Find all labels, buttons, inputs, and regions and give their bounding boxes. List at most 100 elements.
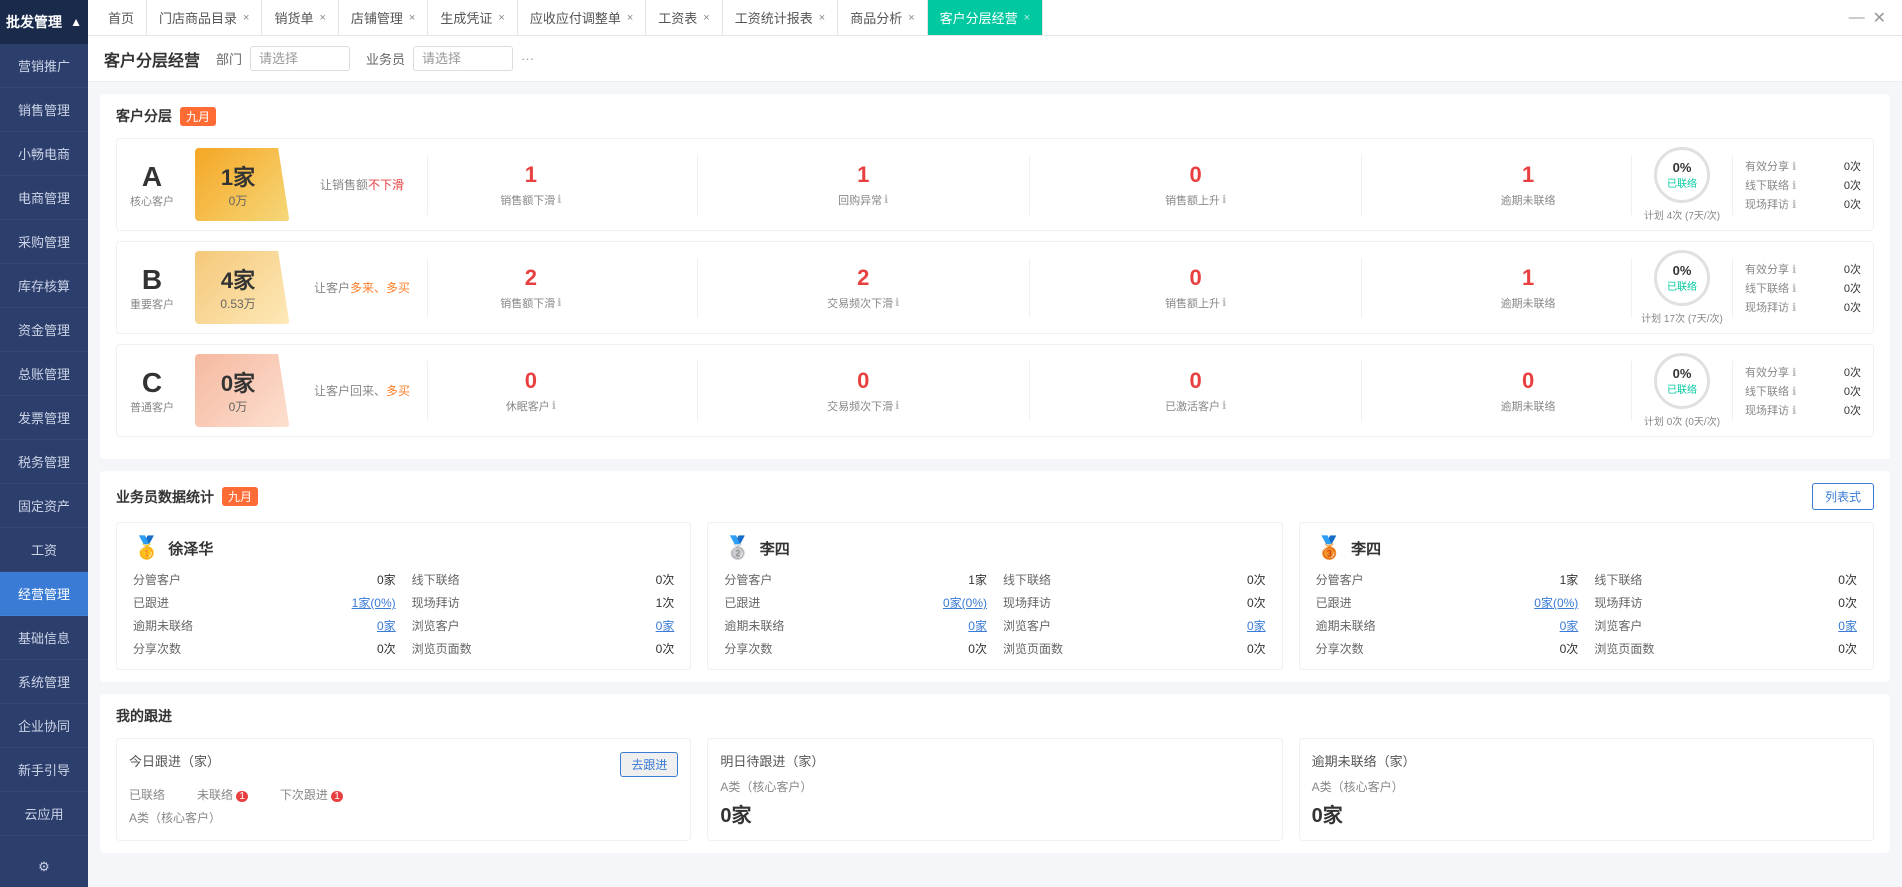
biz-stat-2-1: 线下联络 0次 [1594, 571, 1857, 588]
right-info-icon-B-2[interactable]: ℹ [1792, 302, 1796, 314]
biz-stat-label-2-6: 分享次数 [1316, 640, 1364, 657]
biz-stat-val-2-5[interactable]: 0家 [1838, 617, 1857, 634]
tier-stat-num-B-1: 2 [857, 265, 869, 291]
tier-stat-C-2: 0 已激活客户 ℹ [1156, 368, 1236, 414]
sidebar-item-经营管理[interactable]: 经营管理 [0, 572, 88, 616]
sidebar-item-固定资产[interactable]: 固定资产 [0, 484, 88, 528]
staff-filter: 业务员 请选择 ··· [366, 46, 534, 71]
sidebar-header[interactable]: 批发管理 ▲ [0, 0, 88, 44]
biz-stat-val-1-4[interactable]: 0家 [968, 617, 987, 634]
plan-link-${tier.letter}[interactable]: 0天/次 [1688, 417, 1716, 428]
info-icon-C-0[interactable]: ℹ [552, 399, 556, 412]
tab-bar: 首页门店商品目录×销货单×店铺管理×生成凭证×应收应付调整单×工资表×工资统计报… [88, 0, 1902, 36]
tab-应收应付调整单[interactable]: 应收应付调整单× [518, 0, 646, 36]
biz-stat-1-3: 现场拜访 0次 [1003, 594, 1266, 611]
tab-close-应收应付调整单[interactable]: × [627, 12, 633, 24]
biz-stat-val-0-2[interactable]: 1家(0%) [352, 594, 396, 611]
sidebar-item-资金管理[interactable]: 资金管理 [0, 308, 88, 352]
biz-medal-2: 🥉 [1316, 535, 1343, 561]
sidebar-item-销售管理[interactable]: 销售管理 [0, 88, 88, 132]
minimize-icon[interactable]: — [1849, 9, 1865, 27]
tier-right-stat-A-0: 有效分享 ℹ 0次 [1745, 158, 1861, 174]
biz-stat-val-1-2[interactable]: 0家(0%) [943, 594, 987, 611]
sidebar-item-工资[interactable]: 工资 [0, 528, 88, 572]
sidebar-item-电商管理[interactable]: 电商管理 [0, 176, 88, 220]
sidebar-title: 批发管理 [6, 12, 62, 32]
tab-close-销货单[interactable]: × [319, 12, 325, 24]
biz-stat-val-2-7: 0次 [1838, 640, 1857, 657]
more-filter-icon[interactable]: ··· [521, 51, 534, 66]
sidebar-item-基础信息[interactable]: 基础信息 [0, 616, 88, 660]
right-info-icon-C-0[interactable]: ℹ [1792, 367, 1796, 379]
tab-close-生成凭证[interactable]: × [498, 12, 504, 24]
sidebar-item-发票管理[interactable]: 发票管理 [0, 396, 88, 440]
biz-stat-label-2-7: 浏览页面数 [1594, 640, 1654, 657]
info-icon-C-2[interactable]: ℹ [1222, 399, 1226, 412]
followup-overdue: 逾期未联络（家） A类（核心客户） 0家 [1299, 738, 1874, 841]
tab-close-商品分析[interactable]: × [908, 12, 914, 24]
right-info-icon-A-1[interactable]: ℹ [1792, 180, 1796, 192]
biz-stat-val-0-4[interactable]: 0家 [377, 617, 396, 634]
plan-link-${tier.letter}[interactable]: 7天/次 [1691, 314, 1719, 325]
biz-name-0: 徐泽华 [168, 538, 213, 559]
sidebar-item-库存核算[interactable]: 库存核算 [0, 264, 88, 308]
tab-店铺管理[interactable]: 店铺管理× [339, 0, 428, 36]
tier-stats-C: 0 休眠客户 ℹ 0 交易频次下滑 ℹ 0 已激活客户 ℹ 0 逾期未联络 [428, 353, 1631, 429]
tab-close-工资统计报表[interactable]: × [819, 12, 825, 24]
biz-stat-val-0-5[interactable]: 0家 [656, 617, 675, 634]
right-info-icon-A-2[interactable]: ℹ [1792, 199, 1796, 211]
biz-stat-2-4: 逾期未联络 0家 [1316, 617, 1579, 634]
biz-stat-label-2-0: 分管客户 [1316, 571, 1364, 588]
tab-工资统计报表[interactable]: 工资统计报表× [723, 0, 838, 36]
sidebar-item-企业协同[interactable]: 企业协同 [0, 704, 88, 748]
right-info-icon-B-1[interactable]: ℹ [1792, 283, 1796, 295]
tab-生成凭证[interactable]: 生成凭证× [428, 0, 517, 36]
tier-right-stat-B-0: 有效分享 ℹ 0次 [1745, 261, 1861, 277]
biz-stat-val-1-5[interactable]: 0家 [1247, 617, 1266, 634]
tab-商品分析[interactable]: 商品分析× [838, 0, 927, 36]
tab-销货单[interactable]: 销货单× [262, 0, 338, 36]
sidebar-item-税务管理[interactable]: 税务管理 [0, 440, 88, 484]
tab-close-门店商品目录[interactable]: × [243, 12, 249, 24]
right-info-icon-B-0[interactable]: ℹ [1792, 264, 1796, 276]
biz-stat-label-1-6: 分享次数 [724, 640, 772, 657]
sidebar-collapse-icon[interactable]: ▲ [70, 15, 82, 29]
staff-select[interactable]: 请选择 [413, 46, 513, 71]
tab-门店商品目录[interactable]: 门店商品目录× [147, 0, 262, 36]
biz-stat-val-2-2[interactable]: 0家(0%) [1534, 594, 1578, 611]
info-icon-A-0[interactable]: ℹ [557, 193, 561, 206]
biz-stat-0-3: 现场拜访 1次 [412, 594, 675, 611]
info-icon-A-1[interactable]: ℹ [884, 193, 888, 206]
sidebar-item-小畅电商[interactable]: 小畅电商 [0, 132, 88, 176]
sidebar-item-新手引导[interactable]: 新手引导 [0, 748, 88, 792]
tab-工资表[interactable]: 工资表× [646, 0, 722, 36]
info-icon-B-2[interactable]: ℹ [1222, 296, 1226, 309]
list-view-button[interactable]: 列表式 [1812, 483, 1874, 510]
sidebar-item-总账管理[interactable]: 总账管理 [0, 352, 88, 396]
info-icon-C-1[interactable]: ℹ [895, 399, 899, 412]
settings-icon[interactable]: ⚙ [0, 847, 88, 887]
tab-客户分层经营[interactable]: 客户分层经营× [928, 0, 1043, 36]
goto-followup-button[interactable]: 去跟进 [620, 752, 678, 777]
right-info-icon-C-2[interactable]: ℹ [1792, 405, 1796, 417]
tier-stat-C-1: 0 交易频次下滑 ℹ [823, 368, 903, 414]
tier-count-block-C: 0家 0万 [187, 346, 297, 435]
tab-首页[interactable]: 首页 [96, 0, 147, 36]
info-icon-A-2[interactable]: ℹ [1222, 193, 1226, 206]
tab-close-店铺管理[interactable]: × [409, 12, 415, 24]
sidebar-item-云应用[interactable]: 云应用 [0, 792, 88, 836]
close-window-icon[interactable]: ✕ [1873, 8, 1886, 28]
tier-amount-B: 0.53万 [207, 295, 270, 312]
sidebar-item-采购管理[interactable]: 采购管理 [0, 220, 88, 264]
sidebar-item-营销推广[interactable]: 营销推广 [0, 44, 88, 88]
dept-select[interactable]: 请选择 [250, 46, 350, 71]
info-icon-B-1[interactable]: ℹ [895, 296, 899, 309]
info-icon-B-0[interactable]: ℹ [557, 296, 561, 309]
right-info-icon-A-0[interactable]: ℹ [1792, 161, 1796, 173]
biz-stat-val-2-4[interactable]: 0家 [1560, 617, 1579, 634]
sidebar-item-系统管理[interactable]: 系统管理 [0, 660, 88, 704]
tab-close-客户分层经营[interactable]: × [1024, 12, 1030, 24]
right-info-icon-C-1[interactable]: ℹ [1792, 386, 1796, 398]
tab-close-工资表[interactable]: × [703, 12, 709, 24]
plan-link-${tier.letter}[interactable]: 7天/次 [1688, 211, 1716, 222]
